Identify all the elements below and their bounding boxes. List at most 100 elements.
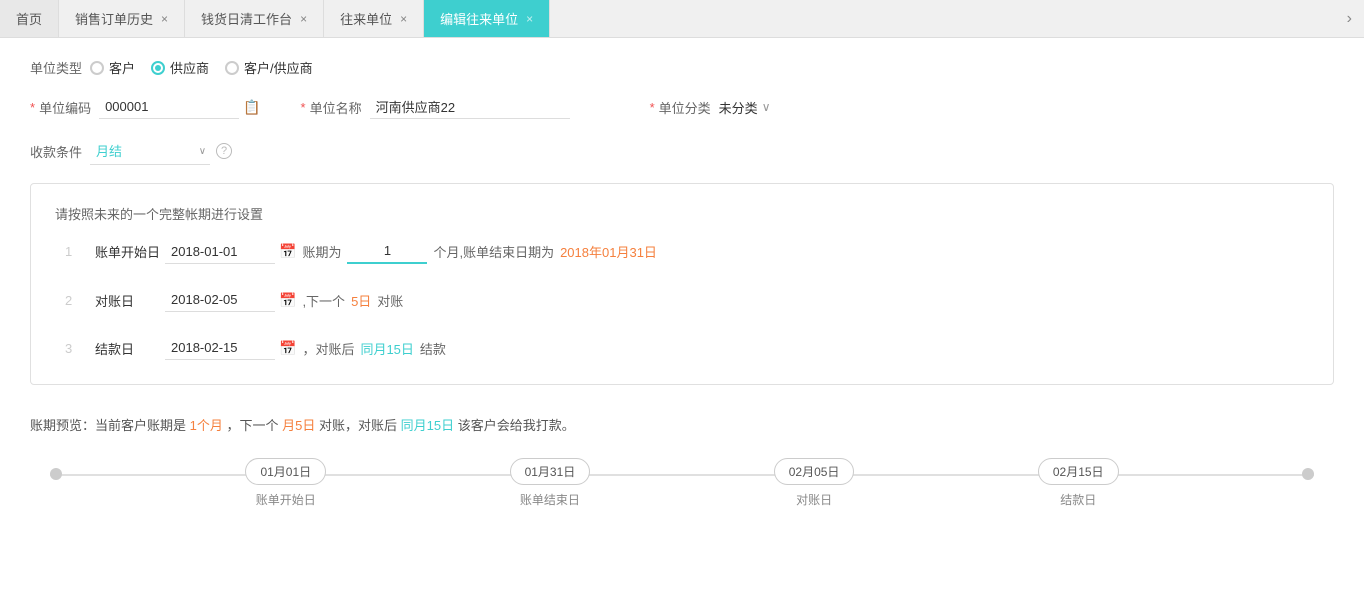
timeline-label-3: 对账日 — [796, 491, 832, 508]
settings-row-1: 1 账单开始日 📅 账期为 个月,账单结束日期为 2018年01月31日 — [55, 239, 1309, 264]
preview-part1: 1个月 — [190, 418, 223, 433]
preview-section: 账期预览：当前客户账期是 1个月 ，下一个 月5日 对账，对账后 同月15日 该… — [30, 405, 1334, 528]
unit-code-group: * 单位编码 📋 — [30, 95, 261, 119]
row-2-suffix2: 对账 — [377, 291, 403, 310]
unit-type-label: 单位类型 — [30, 58, 82, 77]
payment-row: 收款条件 月结 ∨ ? — [30, 137, 1334, 165]
tab-more-button[interactable]: › — [1335, 10, 1364, 28]
radio-both[interactable]: 客户/供应商 — [225, 58, 313, 77]
unit-name-group: * 单位名称 — [301, 95, 570, 119]
tab-home[interactable]: 首页 — [0, 0, 59, 37]
settings-row-2: 2 对账日 📅 ,下一个 5日 对账 — [55, 288, 1309, 312]
payment-help-icon[interactable]: ? — [216, 143, 232, 159]
tab-partner-label: 往来单位 — [340, 9, 392, 28]
radio-customer[interactable]: 客户 — [90, 58, 135, 77]
timeline-pill-4: 02月15日 — [1038, 458, 1119, 485]
radio-customer-circle — [90, 61, 104, 75]
timeline-label-1: 账单开始日 — [256, 491, 316, 508]
payment-value: 月结 — [90, 137, 210, 165]
tab-edit-partner[interactable]: 编辑往来单位 × — [424, 0, 550, 37]
payment-dropdown[interactable]: 月结 ∨ — [90, 137, 210, 165]
tab-home-label: 首页 — [16, 9, 42, 28]
tab-bar: 首页 销售订单历史 × 钱货日清工作台 × 往来单位 × 编辑往来单位 × › — [0, 0, 1364, 38]
row-1-date-input[interactable] — [165, 240, 275, 264]
timeline-node-3: 02月05日 对账日 — [774, 458, 855, 508]
row-3-calendar-icon[interactable]: 📅 — [279, 340, 296, 357]
tab-sales-history[interactable]: 销售订单历史 × — [59, 0, 185, 37]
tab-cash-workbench-close[interactable]: × — [300, 12, 307, 26]
timeline-pill-2: 01月31日 — [510, 458, 591, 485]
row-1-calendar-icon[interactable]: 📅 — [279, 243, 296, 260]
unit-code-copy-icon[interactable]: 📋 — [243, 99, 260, 116]
timeline-label-4: 结款日 — [1060, 491, 1096, 508]
settings-title: 请按照未来的一个完整帐期进行设置 — [55, 204, 1309, 223]
tab-sales-history-label: 销售订单历史 — [75, 9, 153, 28]
unit-type-group: 单位类型 客户 供应商 客户/供应商 — [30, 58, 313, 77]
tab-edit-partner-close[interactable]: × — [526, 12, 533, 26]
preview-suffix: 该客户会给我打款。 — [458, 418, 575, 433]
timeline-container: 01月01日 账单开始日 01月31日 账单结束日 02月05日 对账日 02月… — [30, 458, 1334, 508]
row-1-suffix: 账期为 — [302, 242, 341, 261]
row-label-1: 账单开始日 — [95, 242, 165, 261]
preview-label: 账期预览：当前客户账期是 — [30, 418, 186, 433]
main-content: 单位类型 客户 供应商 客户/供应商 * 单位编码 — [0, 38, 1364, 608]
tab-partner-close[interactable]: × — [400, 12, 407, 26]
payment-label: 收款条件 — [30, 142, 82, 161]
preview-text: 账期预览：当前客户账期是 1个月 ，下一个 月5日 对账，对账后 同月15日 该… — [30, 415, 1334, 434]
preview-sep2: 对账，对账后 — [319, 418, 397, 433]
settings-box: 请按照未来的一个完整帐期进行设置 1 账单开始日 📅 账期为 个月,账单结束日期… — [30, 183, 1334, 385]
unit-classify-label: 单位分类 — [659, 98, 711, 117]
row-3-suffix: ，对账后 — [302, 339, 354, 358]
radio-group-unit-type: 客户 供应商 客户/供应商 — [90, 58, 313, 77]
timeline-items: 01月01日 账单开始日 01月31日 账单结束日 02月05日 对账日 02月… — [50, 458, 1314, 508]
row-2-date-input[interactable] — [165, 288, 275, 312]
timeline-node-4: 02月15日 结款日 — [1038, 458, 1119, 508]
radio-supplier[interactable]: 供应商 — [151, 58, 209, 77]
radio-customer-label: 客户 — [109, 58, 135, 77]
radio-supplier-circle — [151, 61, 165, 75]
preview-sep1: ，下一个 — [227, 418, 279, 433]
unit-name-input[interactable] — [370, 95, 570, 119]
unit-classify-value: 未分类 — [719, 98, 758, 117]
unit-name-label: 单位名称 — [310, 98, 362, 117]
timeline-pill-1: 01月01日 — [245, 458, 326, 485]
unit-type-row: 单位类型 客户 供应商 客户/供应商 — [30, 58, 1334, 77]
timeline-label-2: 账单结束日 — [520, 491, 580, 508]
row-num-2: 2 — [65, 293, 85, 308]
unit-code-input[interactable] — [99, 95, 239, 119]
row-3-date-input[interactable] — [165, 336, 275, 360]
timeline-node-1: 01月01日 账单开始日 — [245, 458, 326, 508]
settings-row-3: 3 结款日 📅 ，对账后 同月15日 结款 — [55, 336, 1309, 360]
radio-both-label: 客户/供应商 — [244, 58, 313, 77]
row-1-period-input[interactable] — [347, 239, 427, 264]
timeline-start-dot — [50, 458, 62, 480]
tab-sales-history-close[interactable]: × — [161, 12, 168, 26]
row-num-3: 3 — [65, 341, 85, 356]
timeline-pill-3: 02月05日 — [774, 458, 855, 485]
payment-group: 收款条件 月结 ∨ ? — [30, 137, 232, 165]
row-1-period-unit: 个月,账单结束日期为 — [433, 242, 554, 261]
timeline-node-2: 01月31日 账单结束日 — [510, 458, 591, 508]
preview-part3: 同月15日 — [401, 418, 454, 433]
unit-classify-arrow-icon: ∨ — [762, 100, 771, 114]
timeline-dot-right — [1302, 468, 1314, 480]
unit-classify-dropdown[interactable]: 未分类 ∨ — [719, 98, 771, 117]
row-3-highlight: 同月15日 — [360, 339, 413, 358]
row-2-highlight: 5日 — [351, 291, 371, 310]
row-3-suffix2: 结款 — [420, 339, 446, 358]
row-2-suffix: ,下一个 — [302, 291, 345, 310]
row-label-2: 对账日 — [95, 291, 165, 310]
tab-partner[interactable]: 往来单位 × — [324, 0, 424, 37]
tab-edit-partner-label: 编辑往来单位 — [440, 9, 518, 28]
radio-supplier-label: 供应商 — [170, 58, 209, 77]
row-label-3: 结款日 — [95, 339, 165, 358]
unit-code-star: * — [30, 100, 35, 115]
unit-code-label: 单位编码 — [39, 98, 91, 117]
tab-cash-workbench-label: 钱货日清工作台 — [201, 9, 292, 28]
row-2-calendar-icon[interactable]: 📅 — [279, 292, 296, 309]
unit-name-star: * — [301, 100, 306, 115]
timeline-end-dot — [1302, 458, 1314, 480]
row-num-1: 1 — [65, 244, 85, 259]
timeline-dot-left — [50, 468, 62, 480]
tab-cash-workbench[interactable]: 钱货日清工作台 × — [185, 0, 324, 37]
